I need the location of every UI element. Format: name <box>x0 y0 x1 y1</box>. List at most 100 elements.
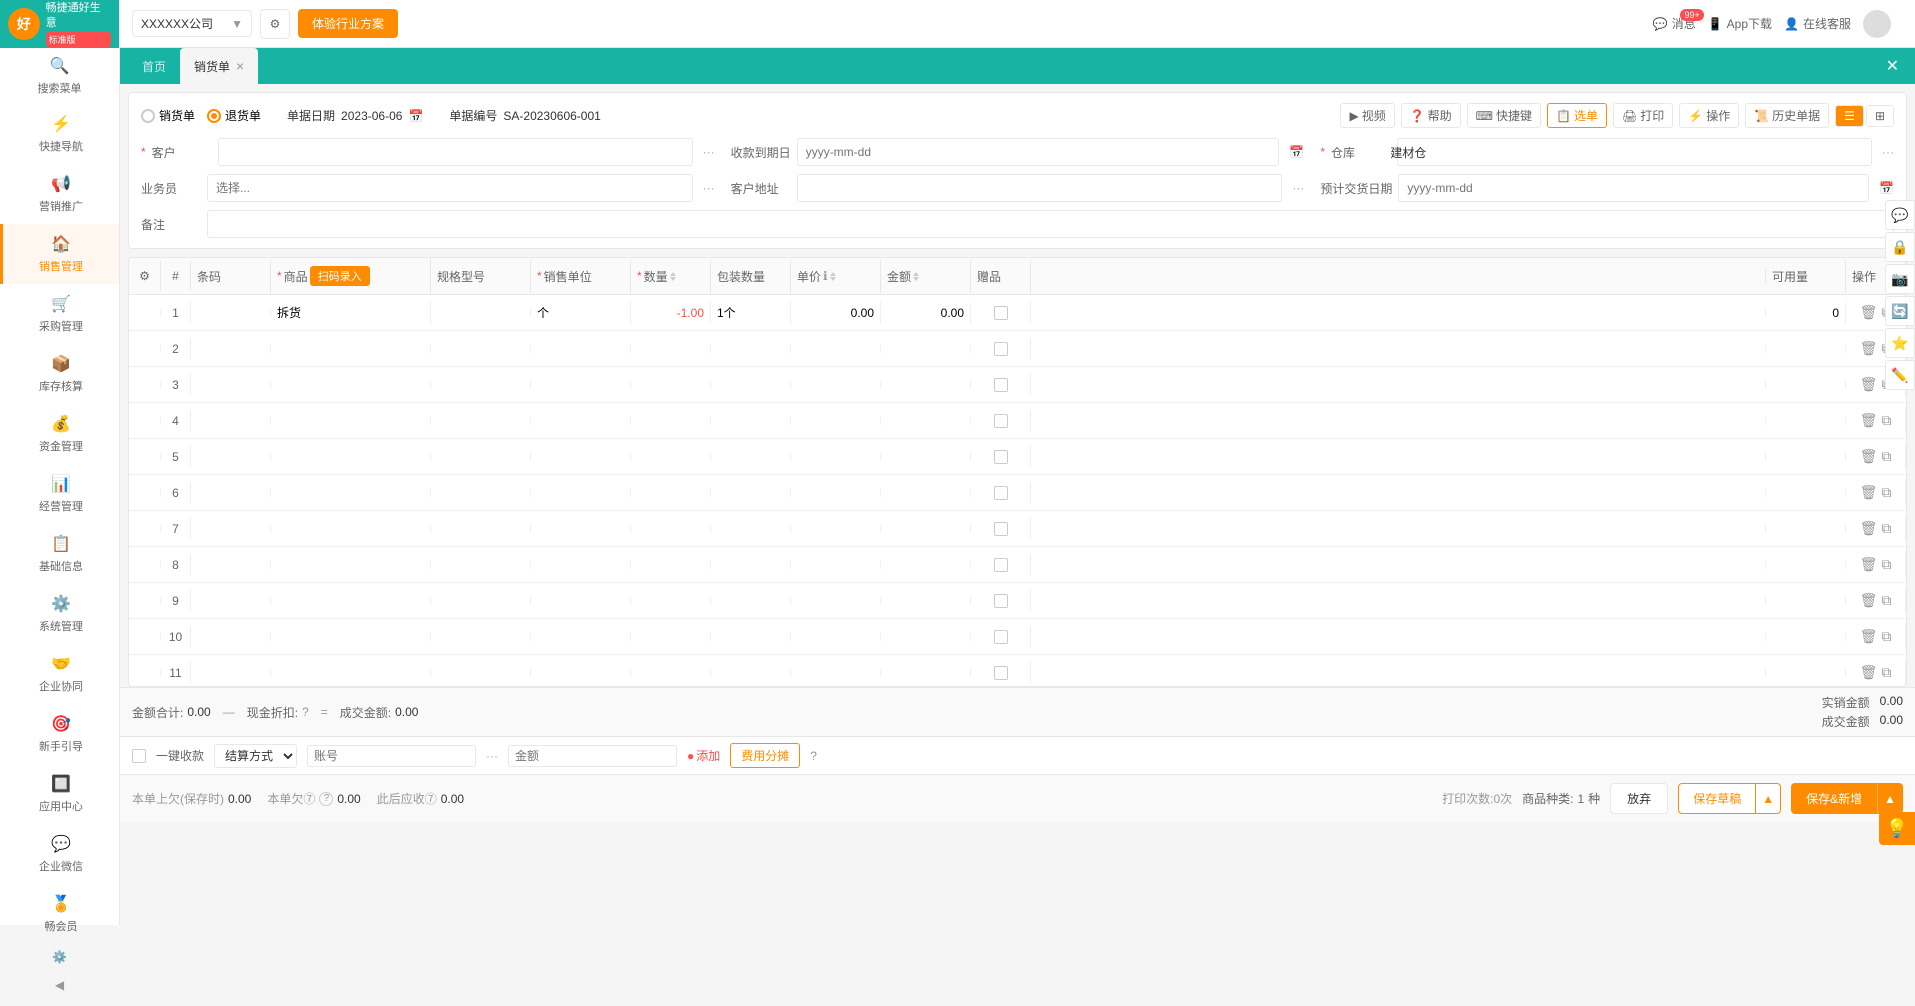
row1-qty[interactable]: -1.00 <box>631 302 711 324</box>
sidebar-item-operations[interactable]: 📊 经营管理 <box>0 464 119 524</box>
notification-btn[interactable]: 💬 消息 99+ <box>1653 15 1696 32</box>
right-panel-star-icon[interactable]: ⭐ <box>1885 328 1915 358</box>
add-payment-btn[interactable]: ● 添加 <box>687 747 720 764</box>
price-sort[interactable] <box>830 272 836 281</box>
row4-gift-checkbox[interactable] <box>994 414 1008 428</box>
save-draft-btn[interactable]: 保存草稿 <box>1678 783 1756 814</box>
app-download-btn[interactable]: 📱 App下载 <box>1708 15 1772 32</box>
fee-split-btn[interactable]: 费用分摊 <box>730 743 800 768</box>
expected-date-input[interactable] <box>1398 174 1869 202</box>
tab-close-icon[interactable]: × <box>236 58 244 74</box>
row8-gift-checkbox[interactable] <box>994 558 1008 572</box>
tab-sales-order[interactable]: 销货单 × <box>180 48 258 84</box>
customer-input[interactable] <box>218 138 693 166</box>
payment-help-icon[interactable]: ? <box>810 749 817 763</box>
sidebar-item-quick-nav[interactable]: ⚡ 快捷导航 <box>0 104 119 164</box>
save-new-btn[interactable]: 保存&新增 <box>1791 783 1877 814</box>
company-selector[interactable]: XXXXXX公司 ▼ <box>132 10 252 37</box>
row9-gift-checkbox[interactable] <box>994 594 1008 608</box>
sidebar-item-corp[interactable]: 🤝 企业协同 <box>0 644 119 704</box>
note-input[interactable] <box>207 210 1894 238</box>
row11-delete-icon[interactable]: 🗑 <box>1860 664 1878 681</box>
row10-copy-icon[interactable]: ⧉ <box>1881 628 1891 645</box>
pay-amount-input[interactable] <box>508 745 677 767</box>
right-panel-lock-icon[interactable]: 🔒 <box>1885 232 1915 262</box>
sidebar-item-sales[interactable]: 🏠 销售管理 <box>0 224 119 284</box>
row5-copy-icon[interactable]: ⧉ <box>1881 448 1891 465</box>
customer-addr-input[interactable] <box>797 174 1283 202</box>
row7-gift-checkbox[interactable] <box>994 522 1008 536</box>
row2-delete-icon[interactable]: 🗑 <box>1860 340 1878 357</box>
video-btn[interactable]: ▶ 视频 <box>1340 103 1394 128</box>
online-service-btn[interactable]: 👤 在线客服 <box>1784 15 1851 32</box>
row8-delete-icon[interactable]: 🗑 <box>1860 556 1878 573</box>
row6-copy-icon[interactable]: ⧉ <box>1881 484 1891 501</box>
sidebar-item-guide[interactable]: 🎯 新手引导 <box>0 704 119 764</box>
tabbar-close-btn[interactable]: ✕ <box>1878 56 1907 76</box>
radio-sales[interactable]: 销货单 <box>141 107 195 124</box>
right-panel-refresh-icon[interactable]: 🔄 <box>1885 296 1915 326</box>
save-draft-arrow-btn[interactable]: ▲ <box>1756 783 1781 814</box>
row7-delete-icon[interactable]: 🗑 <box>1860 520 1878 537</box>
sidebar-item-search[interactable]: 🔍 搜索菜单 <box>0 48 119 104</box>
sidebar-item-marketing[interactable]: 📢 营销推广 <box>0 164 119 224</box>
tab-home[interactable]: 首页 <box>128 48 180 84</box>
row1-gift-checkbox[interactable] <box>994 306 1008 320</box>
qty-sort[interactable] <box>670 272 676 281</box>
expected-date-calendar-icon[interactable]: 📅 <box>1879 181 1894 195</box>
discount-help-icon[interactable]: ? <box>302 705 309 719</box>
row1-price[interactable]: 0.00 <box>791 302 881 324</box>
row1-goods[interactable]: 拆货 <box>271 300 431 325</box>
sidebar-item-app-center[interactable]: 🔲 应用中心 <box>0 764 119 824</box>
list-view-btn[interactable]: ☰ <box>1835 105 1864 127</box>
calendar-icon[interactable]: 📅 <box>408 109 423 123</box>
discard-btn[interactable]: 放弃 <box>1610 783 1668 814</box>
right-panel-edit-icon[interactable]: ✏️ <box>1885 360 1915 390</box>
right-panel-bottom-btn[interactable]: 💡 <box>1879 812 1915 845</box>
row1-amount[interactable]: 0.00 <box>881 302 971 324</box>
sidebar-item-wechat[interactable]: 💬 企业微信 <box>0 824 119 884</box>
row5-gift-checkbox[interactable] <box>994 450 1008 464</box>
row7-copy-icon[interactable]: ⧉ <box>1881 520 1891 537</box>
sidebar-settings-btn[interactable]: ⚙️ <box>0 944 119 970</box>
warehouse-input[interactable] <box>1397 138 1872 166</box>
pay-method-select[interactable]: 结算方式 <box>214 744 297 768</box>
save-new-arrow-btn[interactable]: ▲ <box>1877 783 1903 814</box>
row10-gift-checkbox[interactable] <box>994 630 1008 644</box>
row4-delete-icon[interactable]: 🗑 <box>1860 412 1878 429</box>
sidebar-item-purchase[interactable]: 🛒 采购管理 <box>0 284 119 344</box>
row10-delete-icon[interactable]: 🗑 <box>1860 628 1878 645</box>
row6-gift-checkbox[interactable] <box>994 486 1008 500</box>
row1-spec[interactable] <box>431 309 531 317</box>
history-btn[interactable]: 📜 历史单据 <box>1745 103 1829 128</box>
select-btn[interactable]: 📋 选单 <box>1547 103 1607 128</box>
row6-delete-icon[interactable]: 🗑 <box>1860 484 1878 501</box>
addr-more-icon[interactable]: ··· <box>1292 181 1304 195</box>
due-date-calendar-icon[interactable]: 📅 <box>1289 145 1304 159</box>
operations-btn[interactable]: ⚡ 操作 <box>1679 103 1739 128</box>
row1-delete-icon[interactable]: 🗑 <box>1860 304 1878 321</box>
row2-gift-checkbox[interactable] <box>994 342 1008 356</box>
row3-gift-checkbox[interactable] <box>994 378 1008 392</box>
salesperson-input[interactable] <box>207 174 693 202</box>
row5-delete-icon[interactable]: 🗑 <box>1860 448 1878 465</box>
row4-copy-icon[interactable]: ⧉ <box>1881 412 1891 429</box>
pay-dots-icon[interactable]: ··· <box>486 749 498 763</box>
print-btn[interactable]: 🖨 打印 <box>1613 103 1673 128</box>
row9-copy-icon[interactable]: ⧉ <box>1881 592 1891 609</box>
due-date-input[interactable] <box>797 138 1280 166</box>
trial-btn[interactable]: 体验行业方案 <box>298 9 398 38</box>
sidebar-item-member[interactable]: 🏅 畅会员 <box>0 884 119 944</box>
row1-gift[interactable] <box>971 302 1031 324</box>
amount-sort[interactable] <box>913 272 919 281</box>
sidebar-collapse-btn[interactable]: ◀ <box>0 972 119 998</box>
row9-delete-icon[interactable]: 🗑 <box>1860 592 1878 609</box>
row11-copy-icon[interactable]: ⧉ <box>1881 664 1891 681</box>
pay-account-input[interactable] <box>307 745 476 767</box>
price-info-icon[interactable]: ℹ <box>823 269 828 283</box>
salesperson-more-icon[interactable]: ··· <box>703 181 715 195</box>
right-panel-chat-icon[interactable]: 💬 <box>1885 200 1915 230</box>
user-avatar[interactable] <box>1863 10 1891 38</box>
sidebar-item-system[interactable]: ⚙️ 系统管理 <box>0 584 119 644</box>
row3-delete-icon[interactable]: 🗑 <box>1860 376 1878 393</box>
